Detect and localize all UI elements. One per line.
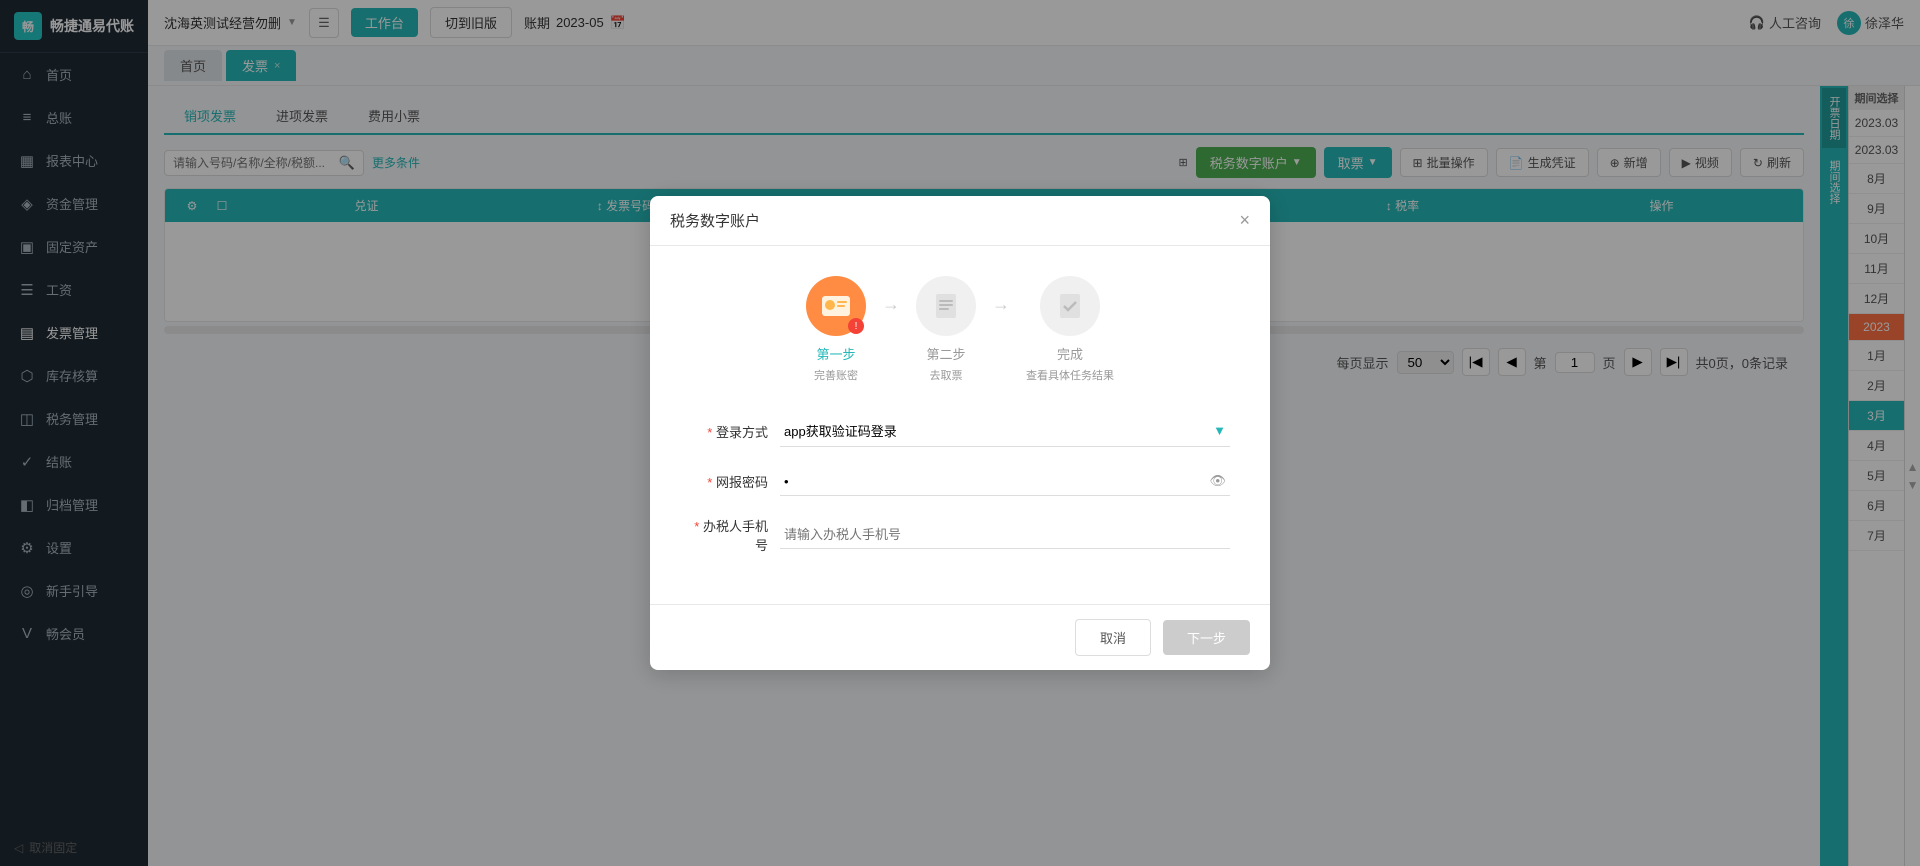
step3-sublabel: 查看具体任务结果: [1026, 367, 1114, 383]
eye-icon[interactable]: 👁: [1209, 473, 1226, 489]
tax-digital-modal: 税务数字账户 × ! 第一步: [650, 196, 1270, 670]
step1-icon: !: [806, 276, 866, 336]
step1-sublabel: 完善账密: [814, 367, 858, 383]
steps-container: ! 第一步 完善账密 →: [690, 276, 1230, 383]
password-row: * 网报密码 👁: [690, 467, 1230, 496]
password-required-star: *: [707, 475, 712, 490]
step1-label: 第一步: [816, 344, 855, 363]
step2-icon: [916, 276, 976, 336]
login-method-label: * 登录方式: [690, 422, 780, 441]
step2-label: 第二步: [926, 344, 965, 363]
dropdown-icon: ▼: [1213, 423, 1226, 438]
password-label: * 网报密码: [690, 472, 780, 491]
phone-input[interactable]: [780, 521, 1230, 549]
required-star: *: [707, 425, 712, 440]
modal-close-button[interactable]: ×: [1239, 210, 1250, 231]
next-button[interactable]: 下一步: [1163, 620, 1250, 655]
step2-sublabel: 去取票: [930, 367, 963, 383]
step3-icon: [1040, 276, 1100, 336]
modal-overlay: 税务数字账户 × ! 第一步: [0, 0, 1920, 866]
arrow-2-3: →: [976, 276, 1026, 315]
step-1: ! 第一步 完善账密: [806, 276, 866, 383]
modal-footer: 取消 下一步: [650, 604, 1270, 670]
step-3: 完成 查看具体任务结果: [1026, 276, 1114, 383]
step3-svg: [1054, 290, 1086, 322]
modal-header: 税务数字账户 ×: [650, 196, 1270, 246]
phone-row: * 办税人手机号: [690, 516, 1230, 554]
step-2: 第二步 去取票: [916, 276, 976, 383]
login-method-value: app获取验证码登录: [784, 421, 897, 440]
login-method-dropdown[interactable]: app获取验证码登录 ▼: [780, 415, 1230, 447]
password-field-container: 👁: [780, 467, 1230, 496]
step1-svg: [820, 290, 852, 322]
phone-required-star: *: [694, 519, 699, 534]
modal-title: 税务数字账户: [670, 210, 760, 231]
cancel-button[interactable]: 取消: [1075, 619, 1151, 656]
phone-label: * 办税人手机号: [690, 516, 780, 554]
arrow-1-2: →: [866, 276, 916, 315]
step3-label: 完成: [1057, 344, 1083, 363]
modal-body: ! 第一步 完善账密 →: [650, 246, 1270, 604]
password-input[interactable]: [784, 474, 1209, 489]
step1-badge: !: [848, 318, 864, 334]
step2-svg: [930, 290, 962, 322]
login-method-row: * 登录方式 app获取验证码登录 ▼: [690, 415, 1230, 447]
